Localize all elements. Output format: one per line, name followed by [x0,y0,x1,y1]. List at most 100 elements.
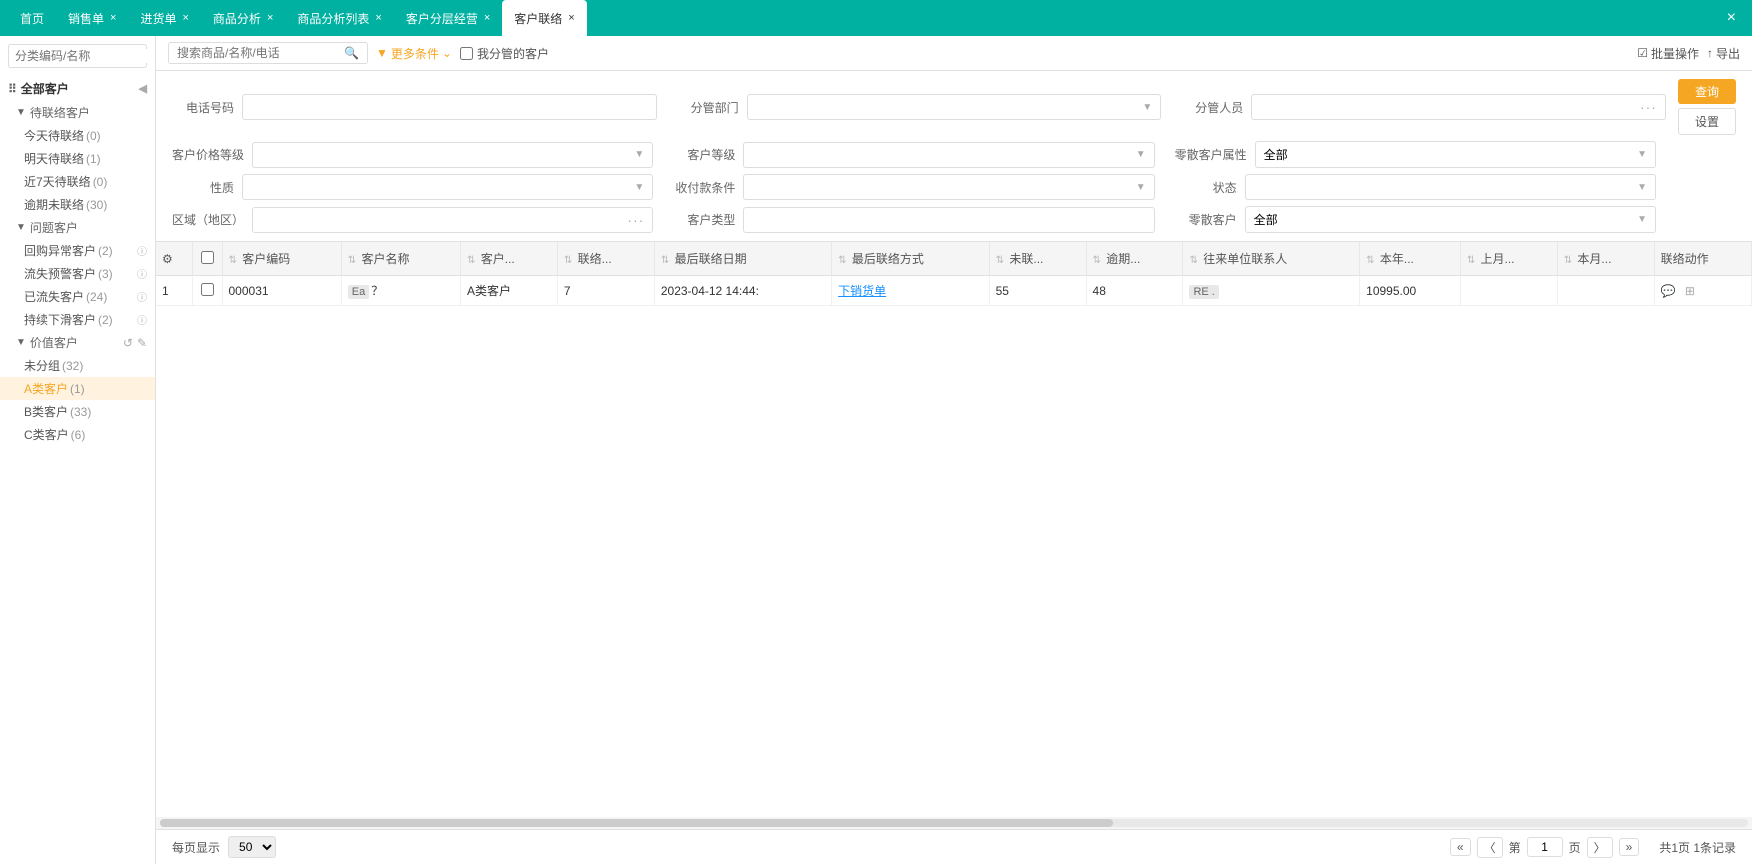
sidebar-item-declining[interactable]: 持续下滑客户 (2) ⓘ [0,308,155,331]
item-tomorrow-label: 明天待联络 [24,150,84,167]
filter-payment-select[interactable]: ▼ [743,174,1154,200]
tab-customer-contact[interactable]: 客户联络 × [502,0,586,36]
my-customers-checkbox[interactable] [460,47,473,60]
page-size-select[interactable]: 50 [228,836,276,858]
filter-customer-level-select[interactable]: ▼ [743,142,1154,168]
tab-purchase-close[interactable]: × [182,12,188,24]
filter-row-4: 区域（地区） ··· 客户类型 零散客户 全部 ▼ [172,206,1736,233]
sidebar-item-today[interactable]: 今天待联络 (0) [0,124,155,147]
horizontal-scrollbar[interactable] [156,817,1752,829]
search-box[interactable]: 🔍 [168,42,368,64]
my-customers-checkbox-label[interactable]: 我分管的客户 [460,45,549,62]
more-filter-button[interactable]: ▼ 更多条件 ⌄ [376,45,452,62]
sidebar-item-abnormal[interactable]: 回购异常客户 (2) ⓘ [0,239,155,262]
checkmark-icon: ☑ [1637,46,1648,60]
filter-retail-select[interactable]: 全部 ▼ [1245,206,1656,233]
tab-customer-contact-close[interactable]: × [568,12,574,24]
col-action-label: 联络动作 [1661,252,1709,266]
tab-analysis-list[interactable]: 商品分析列表 × [285,0,393,36]
sidebar-item-lost[interactable]: 已流失客户 (24) ⓘ [0,285,155,308]
prev-page-button[interactable]: 〈 [1477,837,1503,858]
filter-customer-type-input[interactable] [743,207,1154,233]
tab-analysis-close[interactable]: × [267,12,273,24]
filter-dept-select[interactable]: ▼ [747,94,1162,120]
chat-icon[interactable]: 💬 [1661,284,1676,298]
retail-arrow: ▼ [1637,214,1647,225]
all-customers-header[interactable]: ⠿ 全部客户 ◀ [0,76,155,101]
filter-retail-attr-select[interactable]: 全部 ▼ [1255,141,1656,168]
person-dots: ··· [1640,99,1657,115]
filter-cell-customer-level: 客户等级 ▼ [673,142,1154,168]
scrollbar-track[interactable] [160,819,1748,827]
filter-cell-dept: 分管部门 ▼ [677,94,1162,120]
col-overdue-label: 逾期... [1106,252,1140,266]
filter-cell-status: 状态 ▼ [1175,174,1656,200]
select-all-checkbox[interactable] [201,251,214,264]
tab-customer-tier-close[interactable]: × [484,12,490,24]
batch-op-label: 批量操作 [1651,45,1699,62]
sidebar-group-pending[interactable]: ▼ 待联络客户 [0,101,155,124]
close-all-button[interactable]: × [1719,9,1744,27]
filter-status-select[interactable]: ▼ [1245,174,1656,200]
action-buttons: 查询 设置 [1678,79,1736,135]
export-button[interactable]: ↑ 导出 [1707,45,1740,62]
tab-analysis[interactable]: 商品分析 × [201,0,285,36]
sidebar-search-input[interactable] [15,49,156,63]
page-number-input[interactable] [1527,837,1563,857]
scrollbar-thumb[interactable] [160,819,1113,827]
row-checkbox[interactable] [201,283,214,296]
sidebar-group-problem[interactable]: ▼ 问题客户 [0,216,155,239]
last-method-link[interactable]: 下销货单 [838,284,886,298]
query-button[interactable]: 查询 [1678,79,1736,104]
col-type: ⇅ 客户... [461,242,558,276]
region-dots: ··· [627,212,644,228]
item-a-class-badge: (1) [70,382,85,396]
settings-button[interactable]: 设置 [1678,108,1736,135]
col-last-month: ⇅ 上月... [1460,242,1557,276]
page-end-label: 页 [1569,839,1581,856]
sidebar-item-c-class[interactable]: C类客户 (6) [0,423,155,446]
sidebar-item-7days[interactable]: 近7天待联络 (0) [0,170,155,193]
filter-person-input[interactable]: ··· [1251,94,1666,120]
info-icon-4: ⓘ [137,312,147,327]
refresh-icon[interactable]: ↺ [123,336,133,350]
tab-sales[interactable]: 销售单 × [56,0,128,36]
tab-analysis-list-close[interactable]: × [375,12,381,24]
sidebar-item-ungroup[interactable]: 未分组 (32) [0,354,155,377]
sidebar-group-value[interactable]: ▼ 价值客户 ↺ ✎ [0,331,155,354]
filter-region-input[interactable]: ··· [252,207,653,233]
filter-cell-nature: 性质 ▼ [172,174,653,200]
item-7days-label: 近7天待联络 [24,173,91,190]
filter-nature-select[interactable]: ▼ [242,174,653,200]
next-page-button[interactable]: 〉 [1587,837,1613,858]
sidebar-item-tomorrow[interactable]: 明天待联络 (1) [0,147,155,170]
col-date-sort: ⇅ [661,255,669,266]
sidebar-item-b-class[interactable]: B类客户 (33) [0,400,155,423]
sidebar-item-lostwarning[interactable]: 流失预警客户 (3) ⓘ [0,262,155,285]
sidebar-item-overdue[interactable]: 逾期未联络 (30) [0,193,155,216]
nature-arrow: ▼ [634,182,644,193]
tab-customer-tier[interactable]: 客户分层经营 × [394,0,502,36]
tab-home[interactable]: 首页 [8,0,56,36]
filter-price-level-select[interactable]: ▼ [252,142,653,168]
row-last-date: 2023-04-12 14:44: [654,276,831,306]
filter-person-label: 分管人员 [1181,99,1251,116]
first-page-button[interactable]: « [1450,838,1471,856]
qr-icon[interactable]: ⊞ [1685,284,1695,298]
batch-op-button[interactable]: ☑ 批量操作 [1637,45,1699,62]
page-size-label: 每页显示 [172,839,220,856]
filter-phone-input[interactable] [242,94,657,120]
tab-purchase[interactable]: 进货单 × [128,0,200,36]
filter-price-level-label: 客户价格等级 [172,146,252,163]
row-last-month [1460,276,1557,306]
retail-attr-arrow: ▼ [1637,149,1647,160]
last-page-button[interactable]: » [1619,838,1640,856]
search-input[interactable] [177,46,344,60]
filter-payment-label: 收付款条件 [673,179,743,196]
sidebar-item-a-class[interactable]: A类客户 (1) [0,377,155,400]
row-overdue: 48 [1086,276,1183,306]
tab-sales-close[interactable]: × [110,12,116,24]
sidebar-search-box[interactable]: 🔍 [8,44,147,68]
edit-icon[interactable]: ✎ [137,336,147,350]
gear-icon[interactable]: ⚙ [162,252,173,266]
